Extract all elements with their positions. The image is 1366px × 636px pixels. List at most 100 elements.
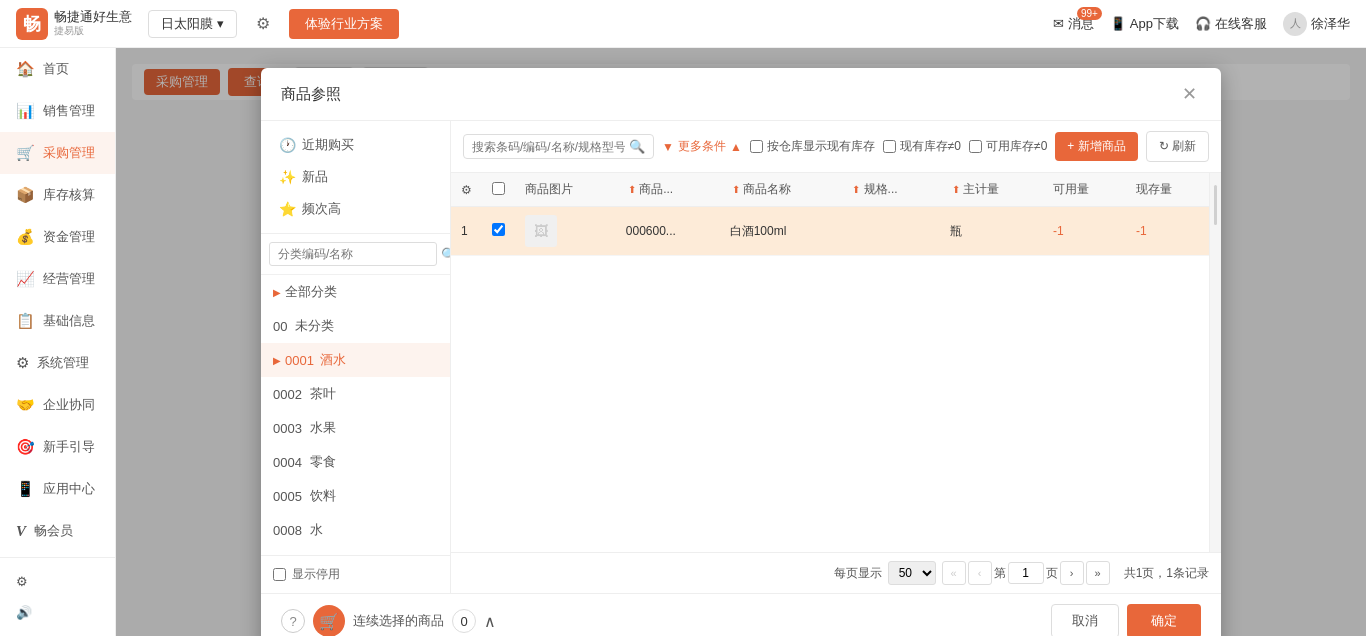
category-code-0002: 0002 (273, 387, 302, 402)
gear-button[interactable]: ⚙ (249, 10, 277, 38)
logo-sub: 捷易版 (54, 24, 132, 38)
footer-collapse-button[interactable]: ∧ (484, 612, 496, 631)
scrollbar-thumb[interactable] (1214, 185, 1217, 225)
category-search-icon[interactable]: 🔍 (441, 247, 451, 262)
category-0002[interactable]: 0002 茶叶 (261, 377, 450, 411)
modal-overlay: 商品参照 ✕ 🕐 近期购买 ✨ (116, 48, 1366, 636)
filter-arrow-icon: ▲ (730, 140, 742, 154)
avatar-icon: 人 (1283, 12, 1307, 36)
prev-page-button[interactable]: ‹ (968, 561, 992, 585)
sidebar-label-enterprise: 企业协同 (43, 396, 95, 414)
th-code: ⬆ 商品... (616, 173, 720, 207)
show-disabled-checkbox[interactable] (273, 568, 286, 581)
sidebar-item-basic[interactable]: 📋 基础信息 (0, 300, 115, 342)
category-0003[interactable]: 0003 水果 (261, 411, 450, 445)
warehouse-stock-checkbox[interactable] (750, 140, 763, 153)
sidebar-item-member[interactable]: V 畅会员 (0, 510, 115, 552)
top-nav: 畅 畅捷通好生意 捷易版 日太阳膜 ▾ ⚙ 体验行业方案 ✉ 消息 99+ 📱 … (0, 0, 1366, 48)
sidebar-item-operation[interactable]: 📈 经营管理 (0, 258, 115, 300)
cell-index: 1 (451, 207, 482, 256)
cancel-button[interactable]: 取消 (1051, 604, 1119, 636)
sidebar-item-newbie[interactable]: 🎯 新手引导 (0, 426, 115, 468)
category-0005[interactable]: 0005 饮料 (261, 479, 450, 513)
sidebar-volume[interactable]: 🔊 (0, 597, 115, 628)
sidebar-item-enterprise[interactable]: 🤝 企业协同 (0, 384, 115, 426)
category-0008[interactable]: 0008 水 (261, 513, 450, 547)
table-scrollbar[interactable] (1209, 173, 1221, 552)
current-stock-checkbox[interactable] (883, 140, 896, 153)
th-gear: ⚙ (451, 173, 482, 207)
tab-recent[interactable]: 🕐 近期购买 (269, 129, 442, 161)
home-icon: 🏠 (16, 60, 35, 78)
cell-stock: -1 (1126, 207, 1209, 256)
last-page-button[interactable]: » (1086, 561, 1110, 585)
cell-spec (840, 207, 940, 256)
table-row[interactable]: 1 🖼 (451, 207, 1209, 256)
sort-icon-unit: ⬆ (952, 184, 960, 195)
brand-label: 日太阳膜 (161, 15, 213, 33)
category-00[interactable]: 00 未分类 (261, 309, 450, 343)
category-0010[interactable]: 0010 家电 (261, 547, 450, 555)
product-search-box: 🔍 (463, 134, 654, 159)
sidebar-item-sales[interactable]: 📊 销售管理 (0, 90, 115, 132)
confirm-button[interactable]: 确定 (1127, 604, 1201, 636)
cart-button[interactable]: 🛒 (313, 605, 345, 636)
trial-button[interactable]: 体验行业方案 (289, 9, 399, 39)
tab-frequent-label: 频次高 (302, 200, 341, 218)
row-checkbox[interactable] (492, 223, 505, 236)
first-page-button[interactable]: « (942, 561, 966, 585)
sidebar-item-purchase[interactable]: 🛒 采购管理 (0, 132, 115, 174)
help-button[interactable]: ? (281, 609, 305, 633)
table-header-row: ⚙ 商品图片 (451, 173, 1209, 207)
column-settings-icon[interactable]: ⚙ (461, 183, 472, 197)
category-code-0001: 0001 (285, 353, 314, 368)
category-search-input[interactable] (269, 242, 437, 266)
available-stock-label: 可用库存≠0 (986, 138, 1047, 155)
add-product-button[interactable]: + 新增商品 (1055, 132, 1137, 161)
select-all-checkbox[interactable] (492, 182, 505, 195)
more-filter-button[interactable]: ▼ 更多条件 ▲ (662, 138, 742, 155)
modal-title: 商品参照 (281, 85, 341, 104)
category-label-0005: 饮料 (310, 487, 336, 505)
app-download-label: App下载 (1130, 15, 1179, 33)
category-code-00: 00 (273, 319, 287, 334)
logo-icon: 畅 (16, 8, 48, 40)
page-size-select[interactable]: 50 (888, 561, 936, 585)
tab-frequent[interactable]: ⭐ 频次高 (269, 193, 442, 225)
user-area[interactable]: 人 徐泽华 (1283, 12, 1350, 36)
sidebar-label-operation: 经营管理 (43, 270, 95, 288)
sidebar-item-finance[interactable]: 💰 资金管理 (0, 216, 115, 258)
tab-new[interactable]: ✨ 新品 (269, 161, 442, 193)
modal-close-button[interactable]: ✕ (1177, 82, 1201, 106)
logo-area: 畅 畅捷通好生意 捷易版 (16, 8, 136, 40)
frequent-icon: ⭐ (279, 201, 296, 217)
sidebar-item-home[interactable]: 🏠 首页 (0, 48, 115, 90)
product-table: ⚙ 商品图片 (451, 173, 1209, 256)
page-total-info: 共1页，1条记录 (1124, 565, 1209, 582)
warehouse-stock-checkbox-group[interactable]: 按仓库显示现有库存 (750, 138, 875, 155)
page-number-input[interactable] (1008, 562, 1044, 584)
online-service-button[interactable]: 🎧 在线客服 (1195, 15, 1267, 33)
sidebar-item-apps[interactable]: 📱 应用中心 (0, 468, 115, 510)
available-stock-checkbox[interactable] (969, 140, 982, 153)
tab-new-label: 新品 (302, 168, 328, 186)
refresh-button[interactable]: ↻ 刷新 (1146, 131, 1209, 162)
category-0001[interactable]: ▶ 0001 酒水 (261, 343, 450, 377)
category-all[interactable]: ▶ 全部分类 (261, 275, 450, 309)
current-stock-checkbox-group[interactable]: 现有库存≠0 (883, 138, 961, 155)
next-page-button[interactable]: › (1060, 561, 1084, 585)
sidebar-bottom: ⚙ 🔊 (0, 557, 115, 636)
category-code-0008: 0008 (273, 523, 302, 538)
sidebar-item-system[interactable]: ⚙ 系统管理 (0, 342, 115, 384)
product-image: 🖼 (525, 215, 557, 247)
category-0004[interactable]: 0004 零食 (261, 445, 450, 479)
sidebar-settings[interactable]: ⚙ (0, 566, 115, 597)
brand-selector[interactable]: 日太阳膜 ▾ (148, 10, 237, 38)
sidebar-item-inventory[interactable]: 📦 库存核算 (0, 174, 115, 216)
filter-label: 更多条件 (678, 138, 726, 155)
app-download-button[interactable]: 📱 App下载 (1110, 15, 1179, 33)
message-button[interactable]: ✉ 消息 99+ (1053, 15, 1094, 33)
search-icon[interactable]: 🔍 (629, 139, 645, 154)
product-search-input[interactable] (472, 140, 625, 154)
available-stock-checkbox-group[interactable]: 可用库存≠0 (969, 138, 1047, 155)
